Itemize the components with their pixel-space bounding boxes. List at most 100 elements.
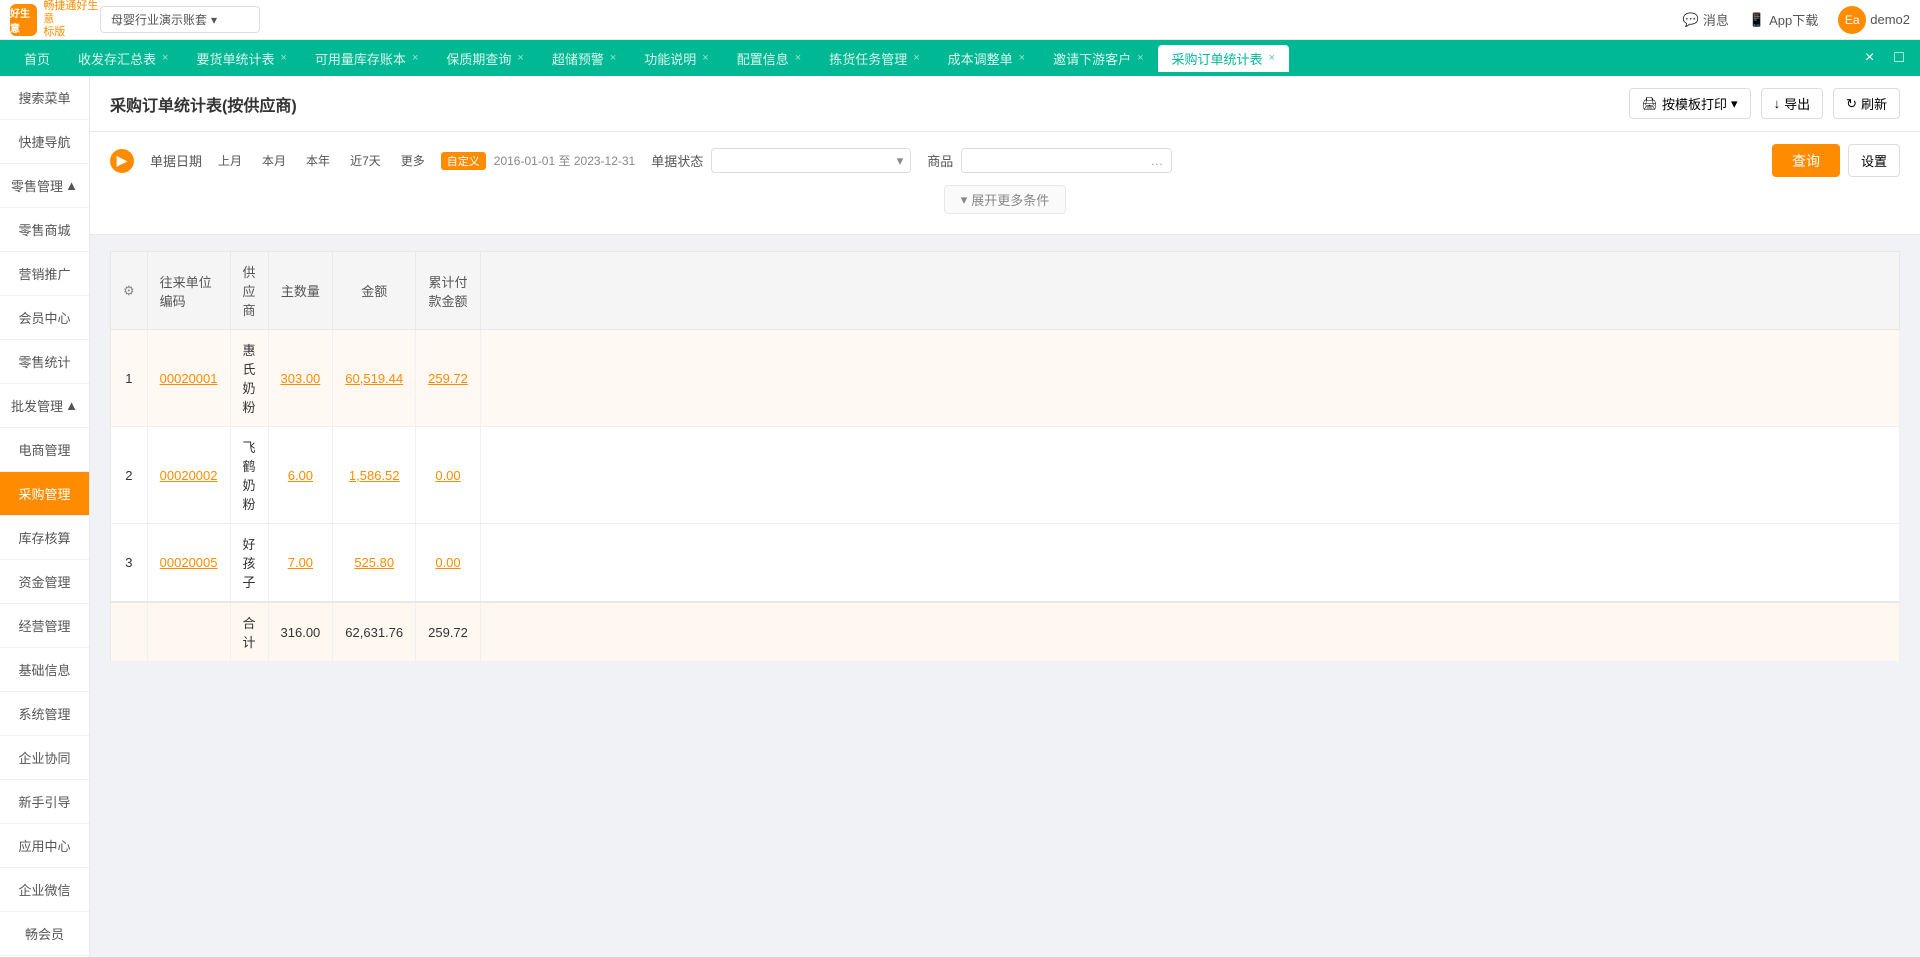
- sidebar-item-basic-info[interactable]: 基础信息: [0, 648, 89, 692]
- tab-配置信息[interactable]: 配置信息 ×: [723, 45, 815, 72]
- sidebar-item-retail-mgmt[interactable]: 零售管理 ▲: [0, 164, 89, 208]
- row-empty: [480, 427, 1899, 524]
- code-link[interactable]: 00020001: [160, 371, 218, 386]
- filter-toggle-button[interactable]: ▶: [110, 149, 134, 173]
- goods-input-wrapper: …: [961, 148, 1172, 173]
- quantity-link[interactable]: 6.00: [288, 468, 313, 483]
- close-icon[interactable]: ×: [280, 52, 286, 64]
- date-shortcut-this-year[interactable]: 本年: [298, 150, 338, 171]
- sidebar-item-marketing[interactable]: 营销推广: [0, 252, 89, 296]
- close-icon[interactable]: ×: [610, 52, 616, 64]
- sidebar-item-quicknav[interactable]: 快捷导航: [0, 120, 89, 164]
- date-shortcut-more[interactable]: 更多: [393, 150, 433, 171]
- close-icon[interactable]: ×: [1137, 52, 1143, 64]
- tab-label: 成本调整单: [948, 49, 1013, 68]
- tab-可用量库存账本[interactable]: 可用量库存账本 ×: [301, 45, 432, 72]
- sidebar-item-retail-mall[interactable]: 零售商城: [0, 208, 89, 252]
- status-select[interactable]: [711, 148, 911, 173]
- logo-icon: 好生意: [10, 4, 37, 36]
- app-download-button[interactable]: 📱 App下载: [1749, 10, 1818, 29]
- tab-采购订单统计表[interactable]: 采购订单统计表 ×: [1158, 45, 1289, 72]
- date-shortcut-7days[interactable]: 近7天: [342, 150, 389, 171]
- message-button[interactable]: 💬 消息: [1683, 10, 1729, 29]
- date-to[interactable]: 2023-12-31: [574, 154, 635, 168]
- sidebar-item-wholesale[interactable]: 批发管理 ▲: [0, 384, 89, 428]
- sidebar-item-finance[interactable]: 资金管理: [0, 560, 89, 604]
- amount-link[interactable]: 525.80: [354, 555, 394, 570]
- row-empty: [480, 330, 1899, 427]
- goods-input[interactable]: [970, 153, 1146, 168]
- tab-保质期查询[interactable]: 保质期查询 ×: [432, 45, 537, 72]
- col-paid-header: 累计付款金额: [416, 252, 481, 330]
- table-row: 2 00020002 飞鹤奶粉 6.00 1,586.52: [111, 427, 1900, 524]
- close-icon[interactable]: ×: [913, 52, 919, 64]
- quantity-link[interactable]: 7.00: [288, 555, 313, 570]
- top-bar-right: 💬 消息 📱 App下载 Ea demo2: [1683, 6, 1910, 34]
- code-link[interactable]: 00020002: [160, 468, 218, 483]
- main-layout: 搜索菜单 快捷导航 零售管理 ▲ 零售商城 营销推广 会员中心 零售统计 批发管…: [0, 76, 1920, 957]
- username-label: demo2: [1870, 12, 1910, 27]
- search-button[interactable]: 查询: [1772, 144, 1840, 177]
- tab-成本调整单[interactable]: 成本调整单 ×: [934, 45, 1039, 72]
- tab-功能说明[interactable]: 功能说明 ×: [630, 45, 722, 72]
- paid-link[interactable]: 0.00: [435, 555, 460, 570]
- close-icon[interactable]: ×: [1019, 52, 1025, 64]
- sidebar-item-search[interactable]: 搜索菜单: [0, 76, 89, 120]
- table-header-row: ⚙ 往来单位编码 供应商 主数量 金额: [111, 252, 1900, 330]
- sidebar-item-members[interactable]: 会员中心: [0, 296, 89, 340]
- settings-button[interactable]: 设置: [1848, 144, 1900, 177]
- close-icon[interactable]: ×: [412, 52, 418, 64]
- code-link[interactable]: 00020005: [160, 555, 218, 570]
- table-container: ⚙ 往来单位编码 供应商 主数量 金额: [90, 235, 1920, 957]
- sidebar-item-purchase[interactable]: 采购管理: [0, 472, 89, 516]
- more-dots-icon[interactable]: …: [1150, 153, 1163, 168]
- amount-link[interactable]: 60,519.44: [345, 371, 403, 386]
- template-print-button[interactable]: 🖨 按模板打印 ▾: [1629, 88, 1751, 119]
- sidebar-item-enterprise[interactable]: 企业协同: [0, 736, 89, 780]
- sidebar-item-system[interactable]: 系统管理: [0, 692, 89, 736]
- close-icon[interactable]: ×: [702, 52, 708, 64]
- tab-超储预警[interactable]: 超储预警 ×: [538, 45, 630, 72]
- maximize-button[interactable]: □: [1888, 47, 1910, 69]
- workspace-selector[interactable]: 母婴行业演示账套 ▾: [100, 6, 260, 33]
- close-icon[interactable]: ×: [162, 52, 168, 64]
- footer-settings: [111, 602, 148, 662]
- close-all-tabs-button[interactable]: ×: [1859, 47, 1880, 69]
- col-supplier-header: 供应商: [230, 252, 268, 330]
- close-icon[interactable]: ×: [517, 52, 523, 64]
- tab-home[interactable]: 首页: [10, 45, 64, 72]
- sidebar-item-wechat[interactable]: 企业微信: [0, 868, 89, 912]
- chevron-down-icon: ▾: [1731, 96, 1738, 112]
- date-from[interactable]: 2016-01-01: [494, 154, 555, 168]
- page-actions: 🖨 按模板打印 ▾ ↓ 导出 ↻ 刷新: [1629, 88, 1901, 119]
- sidebar-item-retail-stats[interactable]: 零售统计: [0, 340, 89, 384]
- refresh-button[interactable]: ↻ 刷新: [1833, 88, 1900, 119]
- tab-label: 邀请下游客户: [1053, 49, 1131, 68]
- close-icon[interactable]: ×: [1269, 52, 1275, 64]
- tab-要货单统计表[interactable]: 要货单统计表 ×: [182, 45, 300, 72]
- tab-收发存汇总表[interactable]: 收发存汇总表 ×: [64, 45, 182, 72]
- sidebar-item-newguide[interactable]: 新手引导: [0, 780, 89, 824]
- user-menu[interactable]: Ea demo2: [1838, 6, 1910, 34]
- col-amount-header: 金额: [333, 252, 416, 330]
- sidebar-item-ecommerce[interactable]: 电商管理: [0, 428, 89, 472]
- expand-more-button[interactable]: ▾ 展开更多条件: [944, 185, 1067, 214]
- sidebar-item-appcenter[interactable]: 应用中心: [0, 824, 89, 868]
- export-button[interactable]: ↓ 导出: [1761, 88, 1824, 119]
- amount-link[interactable]: 1,586.52: [349, 468, 400, 483]
- row-amount: 1,586.52: [333, 427, 416, 524]
- close-icon[interactable]: ×: [795, 52, 801, 64]
- tab-拣货任务管理[interactable]: 拣货任务管理 ×: [815, 45, 933, 72]
- quantity-link[interactable]: 303.00: [281, 371, 321, 386]
- settings-icon[interactable]: ⚙: [123, 283, 135, 298]
- filter-group-goods: 商品 …: [927, 148, 1172, 173]
- sidebar-item-ops[interactable]: 经营管理: [0, 604, 89, 648]
- paid-link[interactable]: 259.72: [428, 371, 468, 386]
- filter-action-buttons: 查询 设置: [1772, 144, 1900, 177]
- date-shortcut-this-month[interactable]: 本月: [254, 150, 294, 171]
- sidebar-item-inventory[interactable]: 库存核算: [0, 516, 89, 560]
- date-shortcut-last-month[interactable]: 上月: [210, 150, 250, 171]
- paid-link[interactable]: 0.00: [435, 468, 460, 483]
- tab-邀请下游客户[interactable]: 邀请下游客户 ×: [1039, 45, 1157, 72]
- sidebar-item-vip[interactable]: 畅会员: [0, 912, 89, 956]
